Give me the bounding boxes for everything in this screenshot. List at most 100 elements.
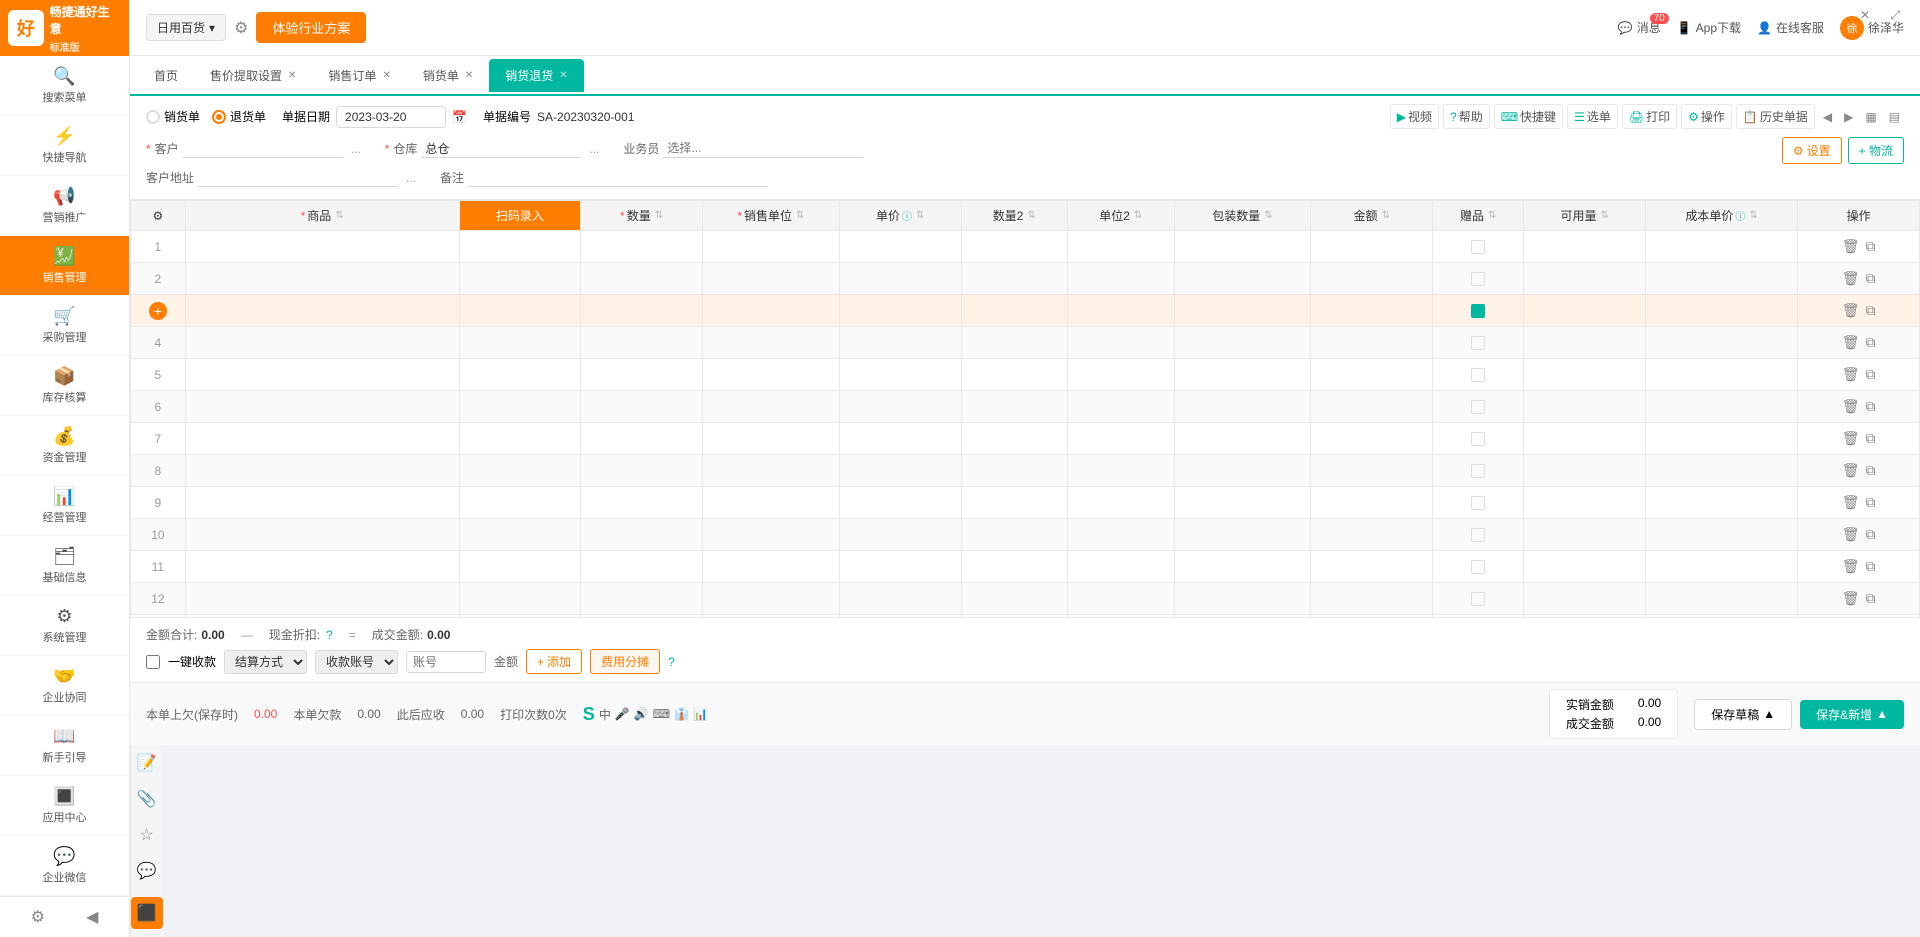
zh-icon[interactable]: 中 (599, 706, 611, 723)
cell-product-2[interactable] (185, 263, 459, 295)
cell-sales-unit-12[interactable] (702, 583, 839, 615)
gift-checkbox-10[interactable] (1471, 528, 1485, 542)
cell-product-1[interactable] (185, 231, 459, 263)
sidebar-item-guide[interactable]: 📖 新手引导 (0, 716, 129, 776)
cell-unit2-11[interactable] (1068, 551, 1174, 583)
cell-cost-price-4[interactable] (1646, 327, 1798, 359)
cell-qty2-5[interactable] (961, 359, 1067, 391)
delete-row-6[interactable]: 🗑 (1842, 398, 1860, 415)
copy-row-2[interactable]: ⧉ (1865, 270, 1875, 287)
cell-pack-qty-12[interactable] (1174, 583, 1311, 615)
gift-checkbox-7[interactable] (1471, 432, 1485, 446)
cell-cost-price-8[interactable] (1646, 455, 1798, 487)
radio-sales[interactable]: 销货单 (146, 108, 200, 125)
gift-checkbox-12[interactable] (1471, 592, 1485, 606)
settings-btn[interactable]: ⚙ 设置 (1782, 137, 1842, 164)
cell-unit2-6[interactable] (1068, 391, 1174, 423)
gift-checkbox-3[interactable] (1471, 304, 1485, 318)
cell-amount-6[interactable] (1311, 391, 1433, 423)
address-input[interactable] (198, 168, 398, 187)
cost-sort-icon[interactable]: ⇅ (1749, 210, 1757, 221)
unit2-sort-icon[interactable]: ⇅ (1134, 210, 1142, 221)
cell-quantity-7[interactable] (581, 423, 703, 455)
sidebar-item-enterprise[interactable]: 🤝 企业协同 (0, 656, 129, 716)
cell-sales-unit-1[interactable] (702, 231, 839, 263)
sidebar-item-basic[interactable]: 🗂 基础信息 (0, 536, 129, 596)
add-payment-btn[interactable]: + 添加 (526, 649, 582, 674)
cell-sales-unit-6[interactable] (702, 391, 839, 423)
cell-qty2-7[interactable] (961, 423, 1067, 455)
sidebar-item-search[interactable]: 🔍 搜索菜单 (0, 56, 129, 116)
cell-amount-5[interactable] (1311, 359, 1433, 391)
cell-quantity-12[interactable] (581, 583, 703, 615)
data-table-wrap[interactable]: ⚙ * 商品 ⇅ 扫码录入 (130, 200, 1920, 617)
warehouse-input[interactable] (421, 139, 581, 158)
cell-product-3[interactable] (185, 295, 459, 327)
cell-unit-price-3[interactable] (839, 295, 961, 327)
cell-qty2-3[interactable] (961, 295, 1067, 327)
chart-icon[interactable]: 📊 (693, 707, 708, 721)
copy-row-4[interactable]: ⧉ (1865, 334, 1875, 351)
cell-quantity-5[interactable] (581, 359, 703, 391)
tab-sales-delivery[interactable]: 销货单 ✕ (407, 59, 489, 92)
speaker-icon[interactable]: 🔊 (634, 707, 649, 721)
add-logistics-btn[interactable]: + 物流 (1848, 137, 1904, 164)
tab-price-setting[interactable]: 售价提取设置 ✕ (194, 59, 312, 92)
cell-cost-price-3[interactable] (1646, 295, 1798, 327)
delete-row-11[interactable]: 🗑 (1842, 558, 1860, 575)
cell-amount-10[interactable] (1311, 519, 1433, 551)
cell-unit2-2[interactable] (1068, 263, 1174, 295)
right-chat-icon[interactable]: 💬 (137, 861, 157, 881)
delete-row-12[interactable]: 🗑 (1842, 590, 1860, 607)
right-scan-icon[interactable]: ⬛ (131, 897, 163, 929)
qty-sort-icon[interactable]: ⇅ (655, 210, 663, 221)
cell-available-8[interactable] (1524, 455, 1646, 487)
cell-unit2-12[interactable] (1068, 583, 1174, 615)
category-select[interactable]: 日用百货 ▾ (146, 14, 226, 41)
delete-row-4[interactable]: 🗑 (1842, 334, 1860, 351)
cell-unit-price-12[interactable] (839, 583, 961, 615)
cell-quantity-9[interactable] (581, 487, 703, 519)
gift-checkbox-6[interactable] (1471, 400, 1485, 414)
cell-product-10[interactable] (185, 519, 459, 551)
sidebar-item-system[interactable]: ⚙ 系统管理 (0, 596, 129, 656)
collapse-icon[interactable]: ◀ (86, 907, 98, 927)
topbar-gear-icon[interactable]: ⚙ (234, 18, 248, 38)
cell-sales-unit-3[interactable] (702, 295, 839, 327)
available-sort-icon[interactable]: ⇅ (1601, 210, 1609, 221)
cell-available-4[interactable] (1524, 327, 1646, 359)
cell-qty2-11[interactable] (961, 551, 1067, 583)
fee-help-icon[interactable]: ? (668, 655, 675, 669)
cell-qty2-10[interactable] (961, 519, 1067, 551)
cell-product-4[interactable] (185, 327, 459, 359)
product-input-3[interactable] (194, 304, 451, 318)
sidebar-item-marketing[interactable]: 📢 营销推广 (0, 176, 129, 236)
cell-unit-price-11[interactable] (839, 551, 961, 583)
cell-pack-qty-6[interactable] (1174, 391, 1311, 423)
print-btn[interactable]: 🖨 打印 (1622, 104, 1677, 129)
cell-sales-unit-11[interactable] (702, 551, 839, 583)
person-icon[interactable]: 👔 (674, 707, 689, 721)
cell-pack-qty-3[interactable] (1174, 295, 1311, 327)
copy-row-6[interactable]: ⧉ (1865, 398, 1875, 415)
cell-cost-price-5[interactable] (1646, 359, 1798, 391)
cell-pack-qty-9[interactable] (1174, 487, 1311, 519)
operation-btn[interactable]: ⚙ 操作 (1681, 104, 1732, 129)
cell-available-1[interactable] (1524, 231, 1646, 263)
unit-sort-icon[interactable]: ⇅ (796, 210, 804, 221)
experience-btn[interactable]: 体验行业方案 (256, 12, 366, 43)
delete-row-7[interactable]: 🗑 (1842, 430, 1860, 447)
view-toggle-list[interactable]: ▤ (1885, 110, 1904, 124)
cell-pack-qty-5[interactable] (1174, 359, 1311, 391)
fee-split-btn[interactable]: 费用分摊 (590, 649, 660, 674)
cell-sales-unit-8[interactable] (702, 455, 839, 487)
remark-input[interactable] (468, 168, 768, 187)
delete-row-10[interactable]: 🗑 (1842, 526, 1860, 543)
tab-close-all[interactable]: ✕ (1860, 8, 1870, 22)
cell-product-5[interactable] (185, 359, 459, 391)
help-btn[interactable]: ? 帮助 (1443, 104, 1490, 129)
shortcut-btn[interactable]: ⌨ 快捷键 (1494, 104, 1563, 129)
cell-amount-8[interactable] (1311, 455, 1433, 487)
sidebar-item-quick-nav[interactable]: ⚡ 快捷导航 (0, 116, 129, 176)
cell-product-7[interactable] (185, 423, 459, 455)
